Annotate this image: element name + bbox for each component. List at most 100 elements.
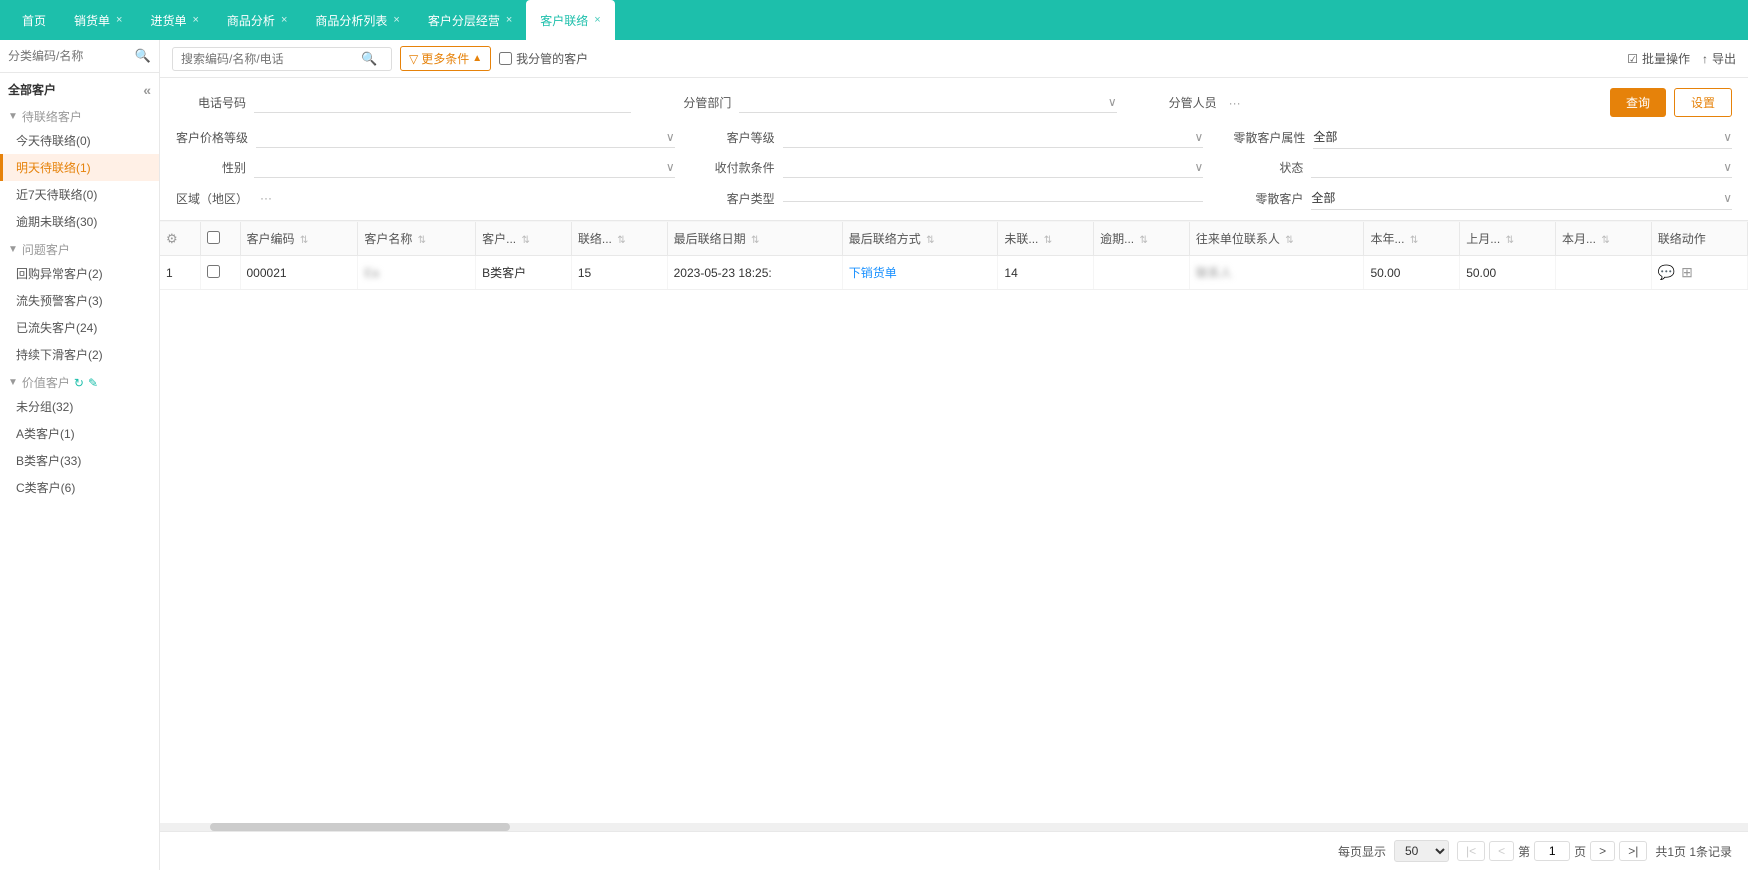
sidebar-item-overdue-pending[interactable]: 逾期未联络(30) [0,208,159,235]
page-nav: |< < 第 页 > >| [1457,841,1647,861]
pagination-bar: 每页显示 50 100 200 |< < 第 页 > >| 共1页 1条记录 [160,831,1748,870]
sidebar-item-churn-warning[interactable]: 流失预警客户(3) [0,287,159,314]
th-unlinked: 未联... ⇅ [998,222,1094,256]
unlinked-sort-icon[interactable]: ⇅ [1044,235,1052,246]
lastmethod-sort-icon[interactable]: ⇅ [926,235,934,246]
filter-row-2: 客户价格等级 ∨ 客户等级 ∨ 零散客户属性 全部 [176,125,1732,149]
problem-arrow-icon: ▼ [8,244,18,255]
customer-name-blurred: Ea [364,266,379,280]
sidebar-item-c-class[interactable]: C类客户(6) [0,474,159,501]
customer-type-select[interactable] [783,195,1204,202]
sidebar-item-week-pending[interactable]: 近7天待联络(0) [0,181,159,208]
more-filter-button[interactable]: ▽ 更多条件 ▲ [400,46,491,71]
table-row: 1 000021 Ea B类客户 15 2023-05-23 18:25: 下销… [160,256,1748,290]
th-last-month: 上月... ⇅ [1460,222,1556,256]
setting-button[interactable]: 设置 [1674,88,1732,117]
close-segment-icon[interactable]: × [506,14,512,26]
filter-retail-attr: 零散客户属性 全部 ∨ [1233,125,1732,149]
close-sales-icon[interactable]: × [116,14,122,26]
search-input[interactable] [181,52,361,66]
unitcontact-sort-icon[interactable]: ⇅ [1285,235,1293,246]
export-button[interactable]: ↑ 导出 [1702,50,1736,67]
lastdate-sort-icon[interactable]: ⇅ [751,235,759,246]
prev-page-button[interactable]: < [1489,841,1514,861]
payment-select[interactable]: ∨ [783,157,1204,178]
sidebar-item-today-pending[interactable]: 今天待联络(0) [0,127,159,154]
nav-product-analysis[interactable]: 商品分析 × [213,0,301,40]
phone-input[interactable] [254,92,631,113]
settings-icon[interactable]: ⚙ [166,231,178,246]
price-grade-select[interactable]: ∨ [256,127,675,148]
nav-purchase[interactable]: 进货单 × [136,0,212,40]
search-icon[interactable]: 🔍 [361,51,377,67]
batch-op-button[interactable]: ☑ 批量操作 [1627,50,1690,67]
sidebar-all-customers[interactable]: 全部客户 « [0,73,159,102]
last-contact-link[interactable]: 下销货单 [849,266,897,280]
code-sort-icon[interactable]: ⇅ [300,235,308,246]
my-customers-check[interactable]: 我分管的客户 [499,50,588,67]
person-dots: ··· [1229,96,1241,110]
status-select[interactable]: ∨ [1311,157,1732,178]
name-sort-icon[interactable]: ⇅ [418,235,426,246]
last-page-button[interactable]: >| [1619,841,1647,861]
ctype-sort-icon[interactable]: ⇅ [521,235,529,246]
refresh-icon[interactable]: ↻ [74,376,84,390]
my-customers-checkbox[interactable] [499,52,512,65]
close-product-list-icon[interactable]: × [393,14,399,26]
page-input[interactable] [1534,841,1570,861]
thismonth-sort-icon[interactable]: ⇅ [1601,235,1609,246]
lastmonth-sort-icon[interactable]: ⇅ [1506,235,1514,246]
sidebar-item-ungrouped[interactable]: 未分组(32) [0,393,159,420]
sidebar-search-input[interactable] [8,49,135,63]
retail-customer-select[interactable]: 全部 ∨ [1311,186,1732,210]
sidebar-item-a-class[interactable]: A类客户(1) [0,420,159,447]
th-code: 客户编码 ⇅ [240,222,358,256]
td-last-contact-date: 2023-05-23 18:25: [667,256,842,290]
sidebar-search-icon[interactable]: 🔍 [135,48,151,64]
sidebar-item-churned[interactable]: 已流失客户(24) [0,314,159,341]
td-index: 1 [160,256,200,290]
nav-product-list[interactable]: 商品分析列表 × [301,0,413,40]
td-checkbox [200,256,240,290]
th-this-month: 本月... ⇅ [1555,222,1651,256]
th-this-year: 本年... ⇅ [1364,222,1460,256]
overdue-sort-icon[interactable]: ⇅ [1140,235,1148,246]
customer-type-label: 客户类型 [705,190,775,207]
sidebar-item-tomorrow-pending[interactable]: 明天待联络(1) [0,154,159,181]
action-icons: 💬 ⊞ [1658,264,1741,281]
next-page-button[interactable]: > [1590,841,1615,861]
sidebar-item-b-class[interactable]: B类客户(33) [0,447,159,474]
scrollbar-thumb[interactable] [210,823,510,831]
thisyear-sort-icon[interactable]: ⇅ [1410,235,1418,246]
table-area: ⚙ 客户编码 ⇅ 客户名称 ⇅ [160,222,1748,823]
retail-attr-select[interactable]: 全部 ∨ [1313,125,1732,149]
grid-action-icon[interactable]: ⊞ [1681,264,1693,281]
th-last-contact-date: 最后联络日期 ⇅ [667,222,842,256]
close-product-analysis-icon[interactable]: × [281,14,287,26]
td-name: Ea [358,256,476,290]
query-button[interactable]: 查询 [1610,88,1666,117]
sidebar-item-repurchase-abnormal[interactable]: 回购异常客户(2) [0,260,159,287]
per-page-select[interactable]: 50 100 200 [1394,840,1449,862]
nav-sales[interactable]: 销货单 × [60,0,136,40]
close-purchase-icon[interactable]: × [192,14,198,26]
gender-select[interactable]: ∨ [254,157,675,178]
nav-customer-segment[interactable]: 客户分层经营 × [414,0,526,40]
td-contact-count: 15 [571,256,667,290]
customer-grade-select[interactable]: ∨ [783,127,1204,148]
close-contact-icon[interactable]: × [594,14,600,26]
sidebar-item-declining[interactable]: 持续下滑客户(2) [0,341,159,368]
edit-icon[interactable]: ✎ [88,376,98,390]
dept-select[interactable]: ∨ [739,92,1116,113]
row-checkbox[interactable] [207,265,220,278]
nav-home[interactable]: 首页 [8,0,60,40]
collapse-all-icon[interactable]: « [143,82,151,98]
contact-sort-icon[interactable]: ⇅ [617,235,625,246]
message-action-icon[interactable]: 💬 [1658,264,1675,281]
first-page-button[interactable]: |< [1457,841,1485,861]
nav-customer-contact[interactable]: 客户联络 × [526,0,614,40]
horizontal-scrollbar[interactable] [160,823,1748,831]
filter-chevron-icon: ▲ [472,53,482,64]
select-all-checkbox[interactable] [207,231,220,244]
filter-row-4: 区域（地区） ··· 客户类型 零散客户 全部 ∨ [176,186,1732,210]
